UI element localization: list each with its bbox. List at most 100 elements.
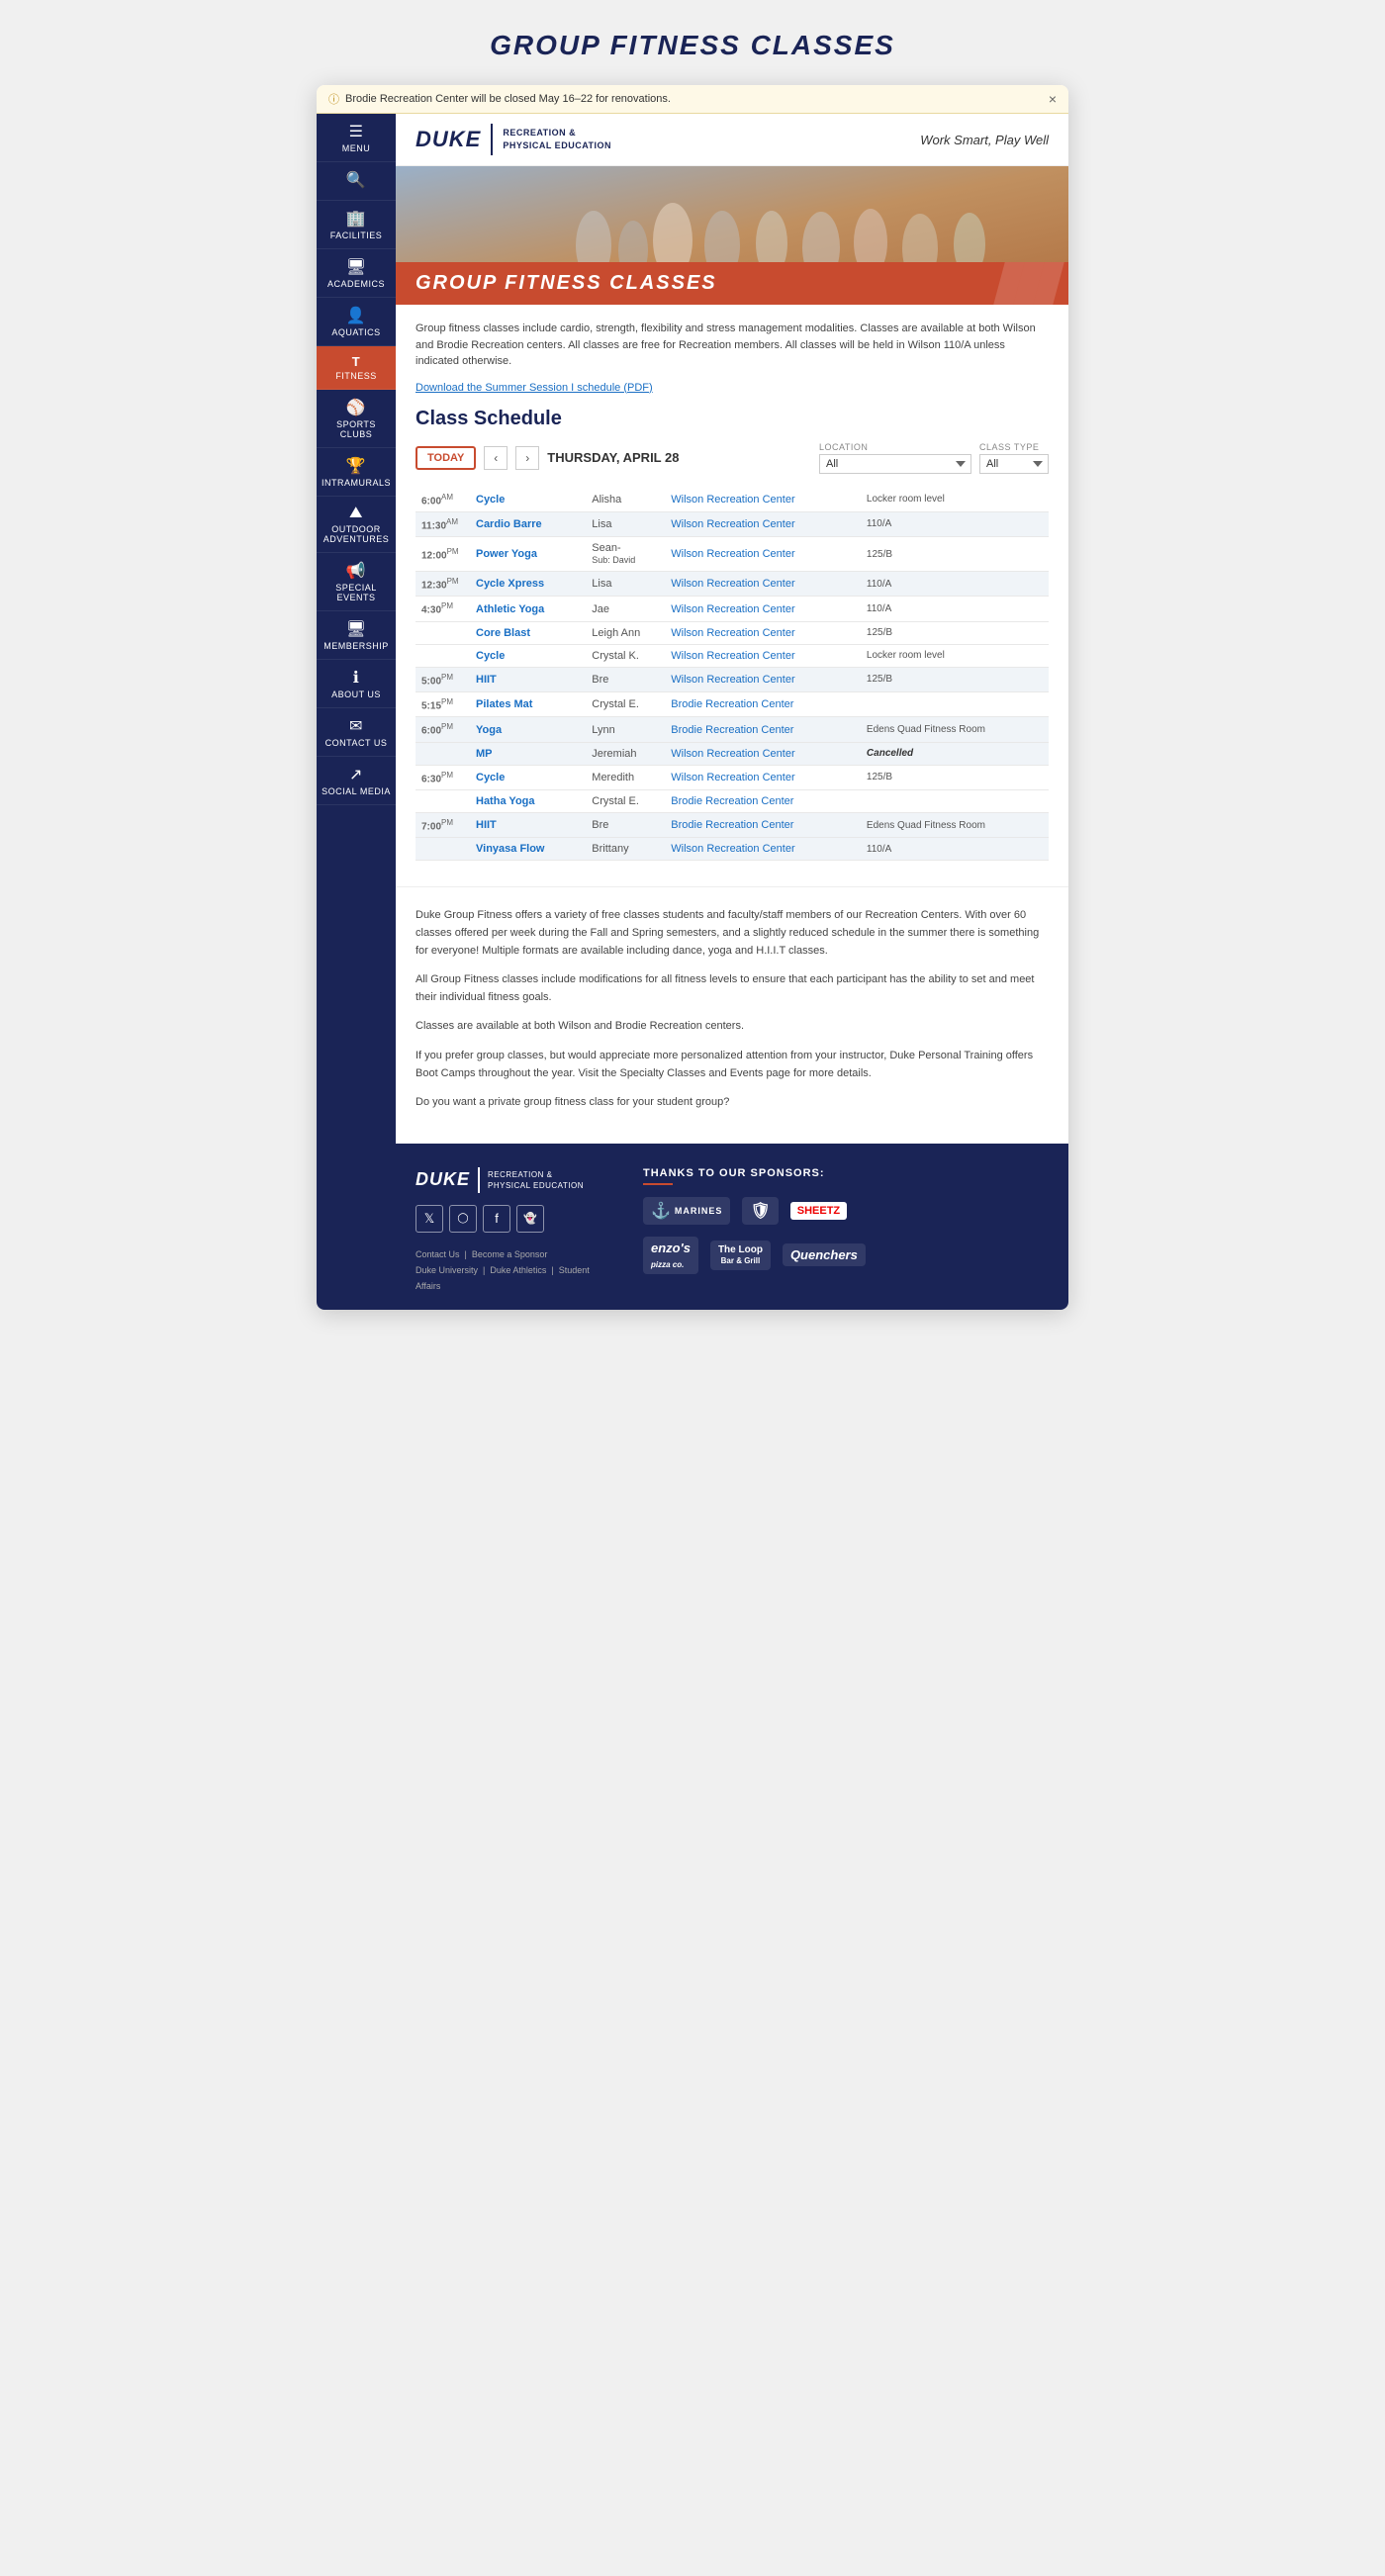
instructor-cell: Crystal E. — [586, 692, 665, 717]
class-link[interactable]: Cycle — [476, 494, 505, 506]
class-link[interactable]: Core Blast — [476, 627, 530, 639]
sidebar-item-search[interactable]: 🔍 — [317, 162, 396, 201]
location-cell: Brodie Recreation Center — [665, 692, 861, 717]
location-link[interactable]: Wilson Recreation Center — [671, 603, 794, 615]
class-link[interactable]: Vinyasa Flow — [476, 843, 545, 855]
location-link[interactable]: Wilson Recreation Center — [671, 548, 794, 560]
location-link[interactable]: Wilson Recreation Center — [671, 518, 794, 530]
sidebar-item-intramurals[interactable]: 🏆 INTRAMURALS — [317, 448, 396, 497]
special-events-icon: 📢 — [346, 561, 366, 581]
contact-us-link[interactable]: Contact Us — [416, 1249, 460, 1259]
snapchat-icon[interactable]: 👻 — [516, 1205, 544, 1233]
bottom-content: Duke Group Fitness offers a variety of f… — [396, 886, 1068, 1143]
class-link[interactable]: Cycle Xpress — [476, 578, 544, 590]
footer-logo: DUKE RECREATION & PHYSICAL EDUCATION — [416, 1167, 613, 1193]
sidebar-label-facilities: FACILITIES — [330, 230, 383, 240]
time-cell: 12:30PM — [416, 572, 470, 597]
sidebar-item-aquatics[interactable]: 👤 AQUATICS — [317, 298, 396, 346]
location-link[interactable]: Wilson Recreation Center — [671, 650, 794, 662]
table-row: CycleCrystal K.Wilson Recreation CenterL… — [416, 644, 1049, 667]
duke-logo: DUKE RECREATION & PHYSICAL EDUCATION — [416, 124, 611, 155]
location-link[interactable]: Wilson Recreation Center — [671, 843, 794, 855]
notification-close-button[interactable]: × — [1049, 91, 1057, 107]
table-row: 7:00PMHIITBreBrodie Recreation CenterEde… — [416, 813, 1049, 838]
location-cell: Brodie Recreation Center — [665, 717, 861, 742]
today-button[interactable]: TODAY — [416, 446, 476, 470]
class-name-cell: Yoga — [470, 717, 586, 742]
class-link[interactable]: MP — [476, 748, 493, 760]
class-link[interactable]: Hatha Yoga — [476, 795, 535, 807]
sidebar-item-academics[interactable]: 🖥 ACADEMICS — [317, 249, 396, 298]
class-link[interactable]: Pilates Mat — [476, 698, 532, 710]
location-filter-select[interactable]: All Wilson Recreation Center Brodie Recr… — [819, 454, 971, 474]
prev-day-button[interactable]: ‹ — [484, 446, 508, 470]
next-day-button[interactable]: › — [515, 446, 539, 470]
hero-section: GROUP FITNESS CLASSES — [396, 166, 1068, 305]
class-name-cell: Hatha Yoga — [470, 790, 586, 813]
info-icon: ⓘ — [328, 91, 339, 107]
sidebar-label-contact: CONTACT US — [325, 738, 388, 748]
class-link[interactable]: Cycle — [476, 650, 505, 662]
sidebar-item-membership[interactable]: 🖥 MEMBERSHIP — [317, 611, 396, 660]
room-cell: 110/A — [861, 597, 1049, 621]
main-content: DUKE RECREATION & PHYSICAL EDUCATION Wor… — [396, 114, 1068, 1310]
download-link[interactable]: Download the Summer Session I schedule (… — [416, 382, 653, 394]
marines-text: MARINES — [675, 1206, 723, 1216]
location-link[interactable]: Brodie Recreation Center — [671, 698, 793, 710]
class-link[interactable]: Cycle — [476, 772, 505, 783]
footer-duke-text: DUKE — [416, 1169, 470, 1190]
sports-clubs-icon: ⚾ — [346, 398, 366, 417]
location-link[interactable]: Wilson Recreation Center — [671, 748, 794, 760]
class-link[interactable]: Yoga — [476, 724, 502, 736]
room-cell: Cancelled — [861, 742, 1049, 765]
instagram-icon[interactable]: ◯ — [449, 1205, 477, 1233]
class-link[interactable]: HIIT — [476, 674, 497, 686]
cancelled-label: Cancelled — [867, 748, 913, 759]
loop-text: The LoopBar & Grill — [718, 1244, 763, 1266]
location-link[interactable]: Wilson Recreation Center — [671, 578, 794, 590]
sidebar-item-sports-clubs[interactable]: ⚾ SPORTS CLUBS — [317, 390, 396, 448]
sidebar-label-menu: MENU — [342, 143, 371, 153]
location-cell: Wilson Recreation Center — [665, 838, 861, 861]
room-cell: Edens Quad Fitness Room — [861, 717, 1049, 742]
class-link[interactable]: Power Yoga — [476, 548, 537, 560]
class-type-filter-select[interactable]: All Cardio Strength Yoga Cycle — [979, 454, 1049, 474]
location-cell: Wilson Recreation Center — [665, 572, 861, 597]
location-link[interactable]: Wilson Recreation Center — [671, 772, 794, 783]
sidebar-item-social[interactable]: ↗ SOCIAL MEDIA — [317, 757, 396, 805]
class-name-cell: Cycle — [470, 765, 586, 789]
duke-athletics-link[interactable]: Duke Athletics — [490, 1265, 546, 1275]
sidebar-item-about[interactable]: ℹ ABOUT US — [317, 660, 396, 708]
location-link[interactable]: Wilson Recreation Center — [671, 494, 794, 506]
class-link[interactable]: HIIT — [476, 819, 497, 831]
schedule-heading: Class Schedule — [416, 408, 1049, 430]
sidebar-item-menu[interactable]: ☰ MENU — [317, 114, 396, 162]
table-row: Hatha YogaCrystal E.Brodie Recreation Ce… — [416, 790, 1049, 813]
bottom-para-3: Classes are available at both Wilson and… — [416, 1018, 1049, 1036]
location-link[interactable]: Brodie Recreation Center — [671, 795, 793, 807]
sidebar-item-fitness[interactable]: T FITNESS — [317, 346, 396, 390]
twitter-icon[interactable]: 𝕏 — [416, 1205, 443, 1233]
class-link[interactable]: Cardio Barre — [476, 518, 542, 530]
sidebar-item-outdoor[interactable]: ⛰ OUTDOOR ADVENTURES — [317, 497, 396, 553]
instructor-cell: Lisa — [586, 572, 665, 597]
location-link[interactable]: Brodie Recreation Center — [671, 819, 793, 831]
class-link[interactable]: Athletic Yoga — [476, 603, 544, 615]
class-name-cell: Cardio Barre — [470, 511, 586, 536]
table-row: 6:00PMYogaLynnBrodie Recreation CenterEd… — [416, 717, 1049, 742]
enzos-sponsor: enzo'spizza co. — [643, 1237, 698, 1274]
sidebar-item-contact[interactable]: ✉ CONTACT US — [317, 708, 396, 757]
sidebar-item-facilities[interactable]: 🏢 FACILITIES — [317, 201, 396, 249]
social-icon: ↗ — [349, 765, 363, 784]
bottom-para-4: If you prefer group classes, but would a… — [416, 1048, 1049, 1082]
location-link[interactable]: Wilson Recreation Center — [671, 627, 794, 639]
duke-university-link[interactable]: Duke University — [416, 1265, 478, 1275]
instructor-cell: Brittany — [586, 838, 665, 861]
location-filter-label: LOCATION — [819, 442, 971, 452]
location-link[interactable]: Wilson Recreation Center — [671, 674, 794, 686]
sidebar-item-special-events[interactable]: 📢 SPECIAL EVENTS — [317, 553, 396, 611]
search-icon: 🔍 — [346, 170, 366, 190]
facebook-icon[interactable]: f — [483, 1205, 510, 1233]
become-sponsor-link[interactable]: Become a Sponsor — [472, 1249, 548, 1259]
location-link[interactable]: Brodie Recreation Center — [671, 724, 793, 736]
